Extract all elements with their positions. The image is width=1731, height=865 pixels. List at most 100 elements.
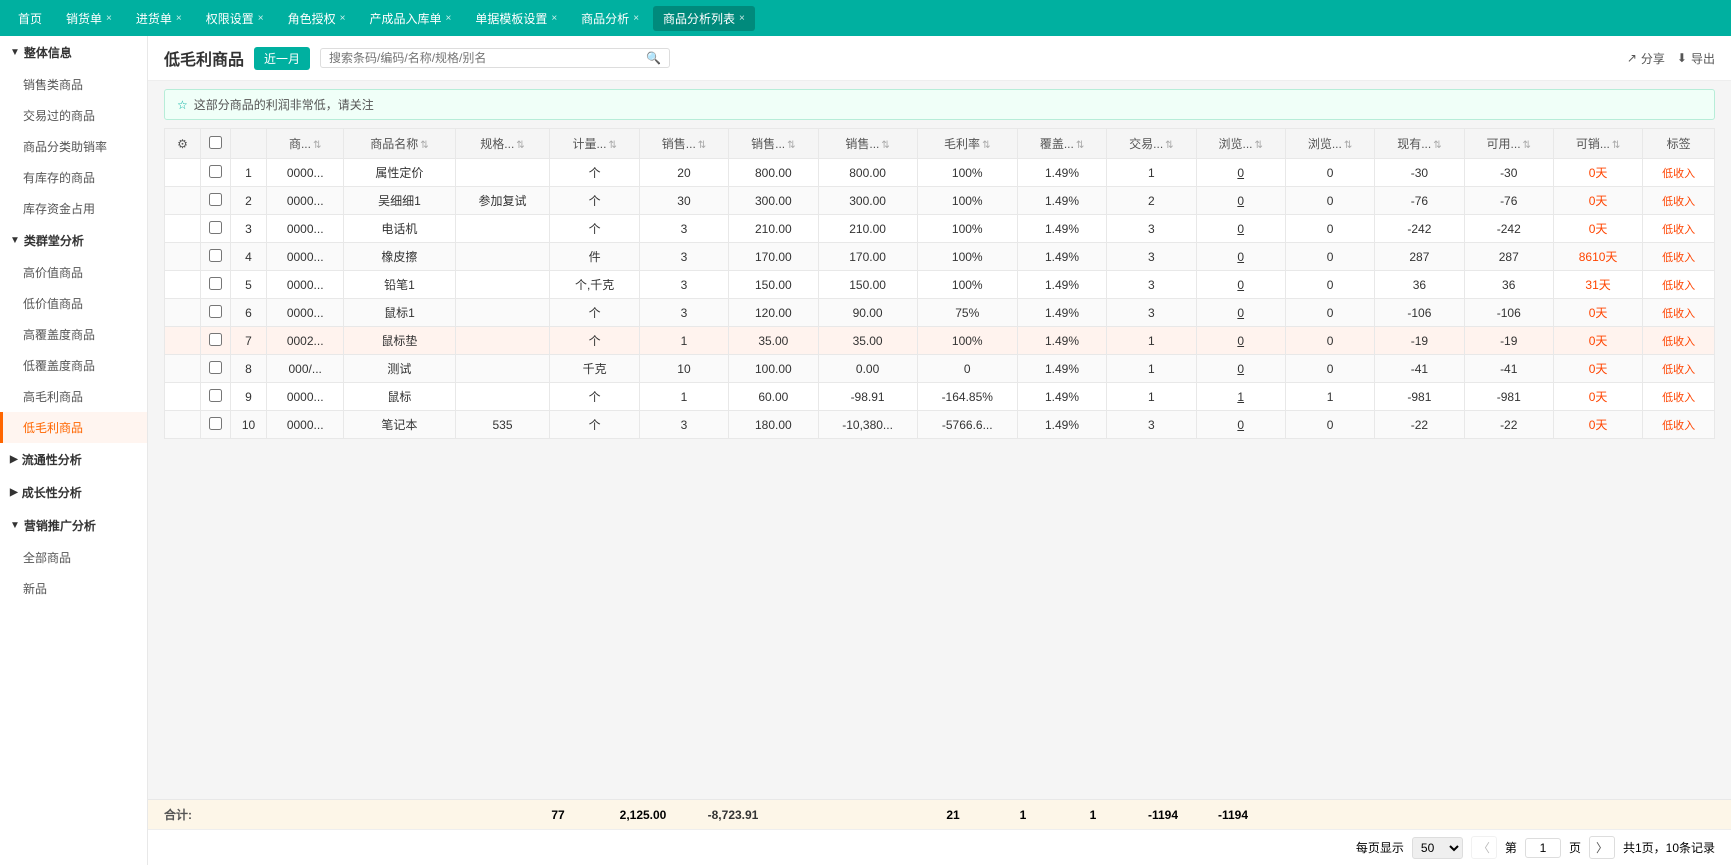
row-checkbox-3[interactable] (201, 215, 231, 243)
row-views2: 0 (1285, 299, 1374, 327)
row-checkbox-3[interactable] (209, 221, 222, 234)
sidebar-item-low-value[interactable]: 低价值商品 (0, 288, 147, 319)
nav-product-analysis-list-close[interactable]: × (739, 13, 745, 24)
col-views1[interactable]: 浏览...⇅ (1196, 129, 1285, 159)
col-sales-profit[interactable]: 销售...⇅ (818, 129, 917, 159)
col-name[interactable]: 商品名称⇅ (344, 129, 455, 159)
sidebar-group-liquidity[interactable]: ▶ 流通性分析 (0, 443, 147, 476)
notice-text: 这部分商品的利润非常低，请关注 (194, 96, 374, 113)
sidebar-group-growth[interactable]: ▶ 成长性分析 (0, 476, 147, 509)
col-current-stock[interactable]: 现有...⇅ (1375, 129, 1464, 159)
nav-role-auth[interactable]: 角色授权 × (278, 6, 356, 31)
row-checkbox-5[interactable] (201, 271, 231, 299)
row-checkbox-10[interactable] (209, 417, 222, 430)
sidebar-item-stocked-goods[interactable]: 有库存的商品 (0, 162, 147, 193)
row-coverage: 1.49% (1017, 355, 1106, 383)
row-views1[interactable]: 0 (1196, 299, 1285, 327)
nav-purchase-order[interactable]: 进货单 × (126, 6, 192, 31)
sidebar-item-high-coverage[interactable]: 高覆盖度商品 (0, 319, 147, 350)
row-checkbox-8[interactable] (209, 361, 222, 374)
row-checkbox-9[interactable] (209, 389, 222, 402)
nav-product-analysis[interactable]: 商品分析 × (571, 6, 649, 31)
nav-role-auth-close[interactable]: × (340, 13, 346, 24)
col-saleable-days[interactable]: 可销...⇅ (1553, 129, 1642, 159)
nav-permission-settings-close[interactable]: × (258, 13, 264, 24)
row-sales-qty: 20 (639, 159, 728, 187)
nav-product-warehousing[interactable]: 产成品入库单 × (359, 6, 461, 31)
row-checkbox-10[interactable] (201, 411, 231, 439)
sidebar-group-cluster[interactable]: ▼ 类群堂分析 (0, 224, 147, 257)
row-checkbox-1[interactable] (201, 159, 231, 187)
search-input[interactable] (329, 51, 642, 65)
row-views1[interactable]: 1 (1196, 383, 1285, 411)
nav-purchase-order-close[interactable]: × (176, 13, 182, 24)
row-current-stock: -22 (1375, 411, 1464, 439)
table-container[interactable]: ⚙ 商...⇅ 商品名称⇅ 规格...⇅ 计量...⇅ 销售...⇅ 销售...… (148, 128, 1731, 799)
col-sales-price[interactable]: 销售...⇅ (729, 129, 818, 159)
row-views1[interactable]: 0 (1196, 159, 1285, 187)
row-checkbox-2[interactable] (209, 193, 222, 206)
nav-product-analysis-close[interactable]: × (633, 13, 639, 24)
share-button[interactable]: ↗ 分享 (1627, 50, 1665, 67)
nav-template-settings[interactable]: 单据模板设置 × (465, 6, 567, 31)
nav-sales-order-close[interactable]: × (106, 13, 112, 24)
col-settings[interactable]: ⚙ (165, 129, 201, 159)
col-sales-qty[interactable]: 销售...⇅ (639, 129, 728, 159)
current-page-input[interactable] (1525, 838, 1561, 858)
col-code[interactable]: 商...⇅ (267, 129, 344, 159)
row-views1[interactable]: 0 (1196, 215, 1285, 243)
row-views1[interactable]: 0 (1196, 411, 1285, 439)
row-views1[interactable]: 0 (1196, 355, 1285, 383)
nav-home[interactable]: 首页 (8, 6, 52, 31)
col-gross-margin[interactable]: 毛利率⇅ (917, 129, 1017, 159)
col-coverage[interactable]: 覆盖...⇅ (1017, 129, 1106, 159)
col-unit[interactable]: 计量...⇅ (550, 129, 639, 159)
sidebar-item-category-rate[interactable]: 商品分类助销率 (0, 131, 147, 162)
date-filter-button[interactable]: 近一月 (254, 47, 310, 70)
nav-product-warehousing-close[interactable]: × (445, 13, 451, 24)
row-checkbox-5[interactable] (209, 277, 222, 290)
select-all-checkbox[interactable] (209, 136, 222, 149)
row-checkbox-1[interactable] (209, 165, 222, 178)
page-size-select[interactable]: 50 10 20 100 (1412, 837, 1463, 859)
sidebar-item-stock-capital[interactable]: 库存资金占用 (0, 193, 147, 224)
nav-permission-settings[interactable]: 权限设置 × (196, 6, 274, 31)
search-icon[interactable]: 🔍 (646, 51, 661, 65)
row-checkbox-6[interactable] (201, 299, 231, 327)
sidebar-item-high-value[interactable]: 高价值商品 (0, 257, 147, 288)
row-views1[interactable]: 0 (1196, 327, 1285, 355)
sidebar-item-low-margin[interactable]: 低毛利商品 (0, 412, 147, 443)
col-views2[interactable]: 浏览...⇅ (1285, 129, 1374, 159)
sidebar-item-sales-goods[interactable]: 销售类商品 (0, 69, 147, 100)
row-checkbox-7[interactable] (201, 327, 231, 355)
row-checkbox-4[interactable] (209, 249, 222, 262)
row-checkbox-4[interactable] (201, 243, 231, 271)
col-spec[interactable]: 规格...⇅ (455, 129, 550, 159)
sidebar-item-low-coverage[interactable]: 低覆盖度商品 (0, 350, 147, 381)
nav-sales-order[interactable]: 销货单 × (56, 6, 122, 31)
col-checkbox[interactable] (201, 129, 231, 159)
col-available-stock[interactable]: 可用...⇅ (1464, 129, 1553, 159)
row-views1[interactable]: 0 (1196, 271, 1285, 299)
sidebar-item-traded-goods[interactable]: 交易过的商品 (0, 100, 147, 131)
row-views1[interactable]: 0 (1196, 187, 1285, 215)
sidebar-group-marketing[interactable]: ▼ 营销推广分析 (0, 509, 147, 542)
nav-template-settings-close[interactable]: × (551, 13, 557, 24)
sidebar-group-overview[interactable]: ▼ 整体信息 (0, 36, 147, 69)
row-checkbox-7[interactable] (209, 333, 222, 346)
sidebar-item-all-goods[interactable]: 全部商品 (0, 542, 147, 573)
row-checkbox-8[interactable] (201, 355, 231, 383)
row-views1[interactable]: 0 (1196, 243, 1285, 271)
next-page-button[interactable]: 〉 (1589, 836, 1615, 859)
col-transaction[interactable]: 交易...⇅ (1107, 129, 1196, 159)
row-checkbox-2[interactable] (201, 187, 231, 215)
sidebar-item-new-goods[interactable]: 新品 (0, 573, 147, 604)
prev-page-button[interactable]: 〈 (1471, 836, 1497, 859)
row-checkbox-6[interactable] (209, 305, 222, 318)
row-views2: 0 (1285, 187, 1374, 215)
export-button[interactable]: ⬇ 导出 (1677, 50, 1715, 67)
nav-product-analysis-list[interactable]: 商品分析列表 × (653, 6, 755, 31)
sidebar-item-high-margin[interactable]: 高毛利商品 (0, 381, 147, 412)
row-checkbox-9[interactable] (201, 383, 231, 411)
row-saleable-days: 0天 (1553, 411, 1642, 439)
